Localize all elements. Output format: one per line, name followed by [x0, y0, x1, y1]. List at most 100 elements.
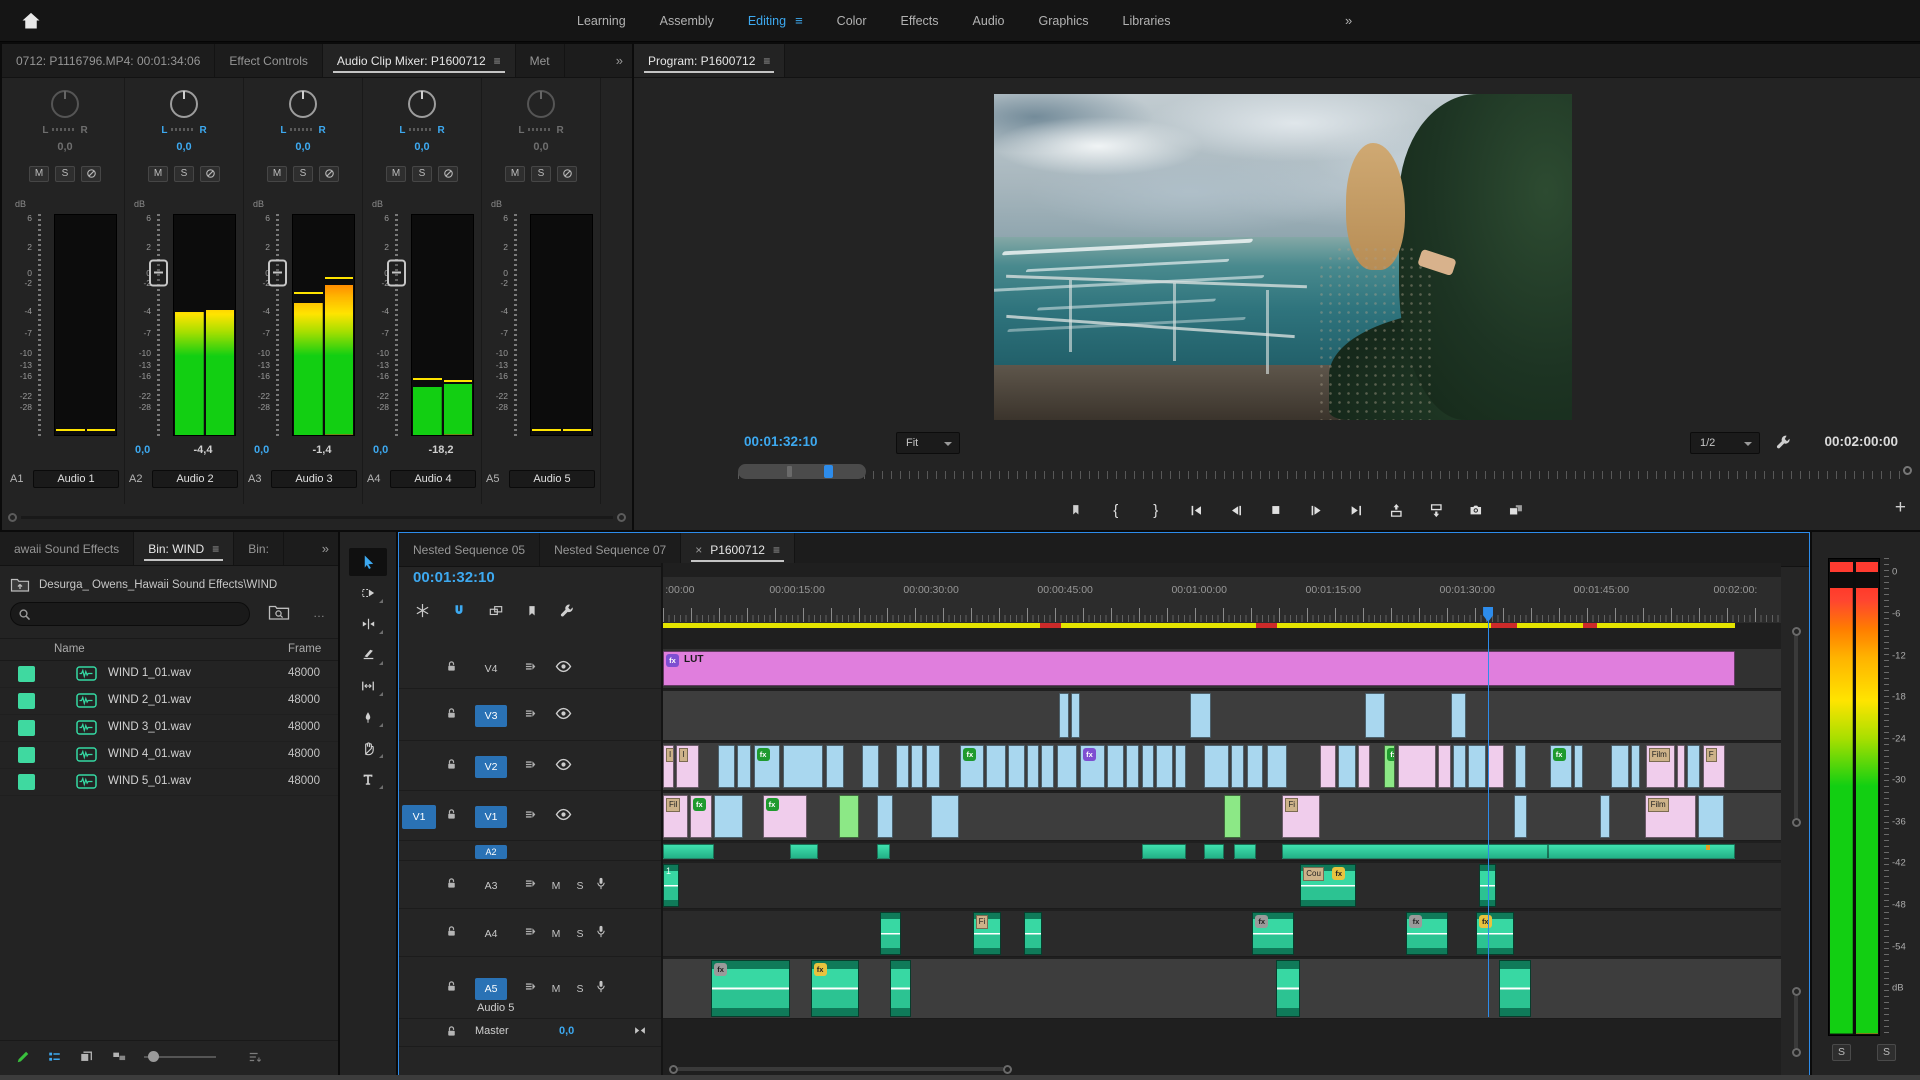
mixer-scrollbar[interactable] [8, 512, 626, 523]
video-clip[interactable] [1058, 693, 1069, 738]
in-point-handle[interactable] [786, 466, 792, 477]
video-clip[interactable] [736, 745, 752, 788]
label-color-swatch[interactable] [18, 747, 35, 763]
track-select-forward-tool[interactable] [349, 579, 387, 607]
video-clip[interactable] [1106, 745, 1124, 788]
workspace-tab-editing[interactable]: Editing ≡ [731, 0, 820, 42]
pan-value[interactable]: 0,0 [363, 141, 481, 153]
video-clip[interactable] [862, 745, 879, 788]
mute-button[interactable]: M [148, 166, 168, 182]
lock-icon[interactable] [445, 980, 458, 993]
mixer-tab[interactable]: 0712: P1116796.MP4: 00:01:34:06 [2, 44, 216, 77]
write-keyframes-button[interactable] [200, 166, 220, 182]
item-name[interactable]: WIND 1_01.wav [108, 667, 191, 679]
mute-button[interactable]: M [267, 166, 287, 182]
lock-icon[interactable] [445, 660, 458, 673]
video-clip[interactable] [1189, 693, 1211, 738]
video-clip[interactable] [895, 745, 909, 788]
source-patch-button[interactable]: V1 [402, 804, 436, 829]
pan-slider[interactable]: LR [482, 125, 600, 136]
channel-name[interactable]: Audio 3 [271, 470, 357, 488]
solo-button[interactable]: S [412, 166, 432, 182]
fader-handle[interactable] [387, 259, 406, 287]
track-solo-button[interactable]: S [571, 880, 589, 892]
video-clip[interactable] [925, 745, 941, 788]
video-clip[interactable] [1698, 795, 1724, 838]
program-settings-wrench-icon[interactable] [1776, 434, 1792, 450]
audio-clip[interactable] [889, 960, 912, 1017]
track-target-button[interactable]: V4 [475, 658, 507, 680]
track-mute-button[interactable]: M [547, 983, 565, 995]
video-clip[interactable] [1397, 745, 1436, 788]
video-clip[interactable] [1246, 745, 1264, 788]
video-clip[interactable]: I [663, 745, 675, 788]
bin-item-row[interactable]: WIND 3_01.wav 48000 [0, 715, 338, 742]
item-name[interactable]: WIND 2_01.wav [108, 694, 191, 706]
channel-name[interactable]: Audio 1 [33, 470, 119, 488]
video-clip[interactable] [1488, 745, 1504, 788]
bin-item-row[interactable]: WIND 2_01.wav 48000 [0, 688, 338, 715]
label-color-swatch[interactable] [18, 720, 35, 736]
video-clip[interactable] [1599, 795, 1610, 838]
lock-icon[interactable] [445, 758, 458, 771]
video-clip[interactable] [1175, 745, 1187, 788]
channel-name[interactable]: Audio 2 [152, 470, 238, 488]
video-clip[interactable] [1008, 745, 1026, 788]
eye-icon[interactable] [555, 707, 572, 720]
track-target-button[interactable]: V3 [475, 704, 507, 727]
timeline-horizontal-scrollbar[interactable] [669, 1063, 1775, 1075]
video-clip[interactable] [1320, 745, 1337, 788]
video-clip[interactable] [1071, 693, 1080, 738]
mute-button[interactable]: M [386, 166, 406, 182]
video-clip[interactable]: Film [1645, 745, 1675, 788]
search-input[interactable] [37, 608, 237, 620]
list-header[interactable]: Name Frame [0, 638, 338, 661]
column-name[interactable]: Name [54, 643, 85, 655]
video-clip[interactable] [1266, 745, 1287, 788]
track-target-button[interactable]: A3 [475, 875, 507, 897]
track-lane-v2[interactable]: IIfx fx fx fx fx Film F [663, 743, 1781, 791]
audio-clip[interactable] [1275, 960, 1301, 1017]
lock-icon[interactable] [445, 707, 458, 720]
track-lane-v3[interactable] [663, 691, 1781, 741]
workspace-tab-effects[interactable]: Effects [884, 0, 956, 42]
track-lane-a4[interactable]: Fi fx fx fx [663, 911, 1781, 957]
video-clip[interactable] [782, 745, 823, 788]
video-clip[interactable]: Fi [1282, 795, 1321, 838]
linked-selection-icon[interactable] [488, 603, 504, 618]
pan-slider[interactable]: LR [363, 125, 481, 136]
timeline-playhead-line[interactable] [1488, 607, 1490, 1017]
step-forward-button[interactable] [1301, 497, 1331, 523]
video-clip[interactable] [1125, 745, 1140, 788]
track-lane-v1[interactable]: Fil fx fx Fi Film [663, 793, 1781, 841]
master-solo-button[interactable]: S [1877, 1044, 1896, 1061]
audio-clip-strip[interactable] [1204, 844, 1225, 859]
audio-clip-strip[interactable] [663, 844, 715, 859]
zoom-level-select[interactable]: Fit [896, 432, 960, 454]
track-lane-a3[interactable]: 1 Cou fx [663, 863, 1781, 909]
timeline-tab[interactable]: × P1600712 ≡ [681, 533, 795, 566]
video-clip[interactable] [1156, 745, 1173, 788]
panel-menu-icon[interactable]: ≡ [494, 54, 501, 68]
fader-track[interactable] [157, 214, 160, 436]
project-overflow[interactable]: » [312, 532, 338, 565]
column-frame-rate[interactable]: Frame [288, 643, 321, 655]
track-target-button[interactable]: V2 [475, 755, 507, 778]
panel-options-dots[interactable]: … [313, 606, 326, 620]
clip-gain-value[interactable]: -1,4 [290, 444, 354, 456]
audio-clip-strip[interactable] [1234, 844, 1256, 859]
pan-value[interactable]: 0,0 [482, 141, 600, 153]
sync-lock-icon[interactable] [523, 660, 537, 673]
zoom-slider-knob[interactable] [148, 1050, 159, 1062]
fader-value[interactable]: 0,0 [254, 444, 269, 456]
video-clip[interactable] [1141, 745, 1154, 788]
track-solo-button[interactable]: S [571, 983, 589, 995]
audio-clip-strip[interactable] [1548, 844, 1736, 859]
pan-knob[interactable] [170, 90, 198, 118]
lift-button[interactable] [1381, 497, 1411, 523]
audio-clip[interactable] [1499, 960, 1531, 1017]
mic-icon[interactable] [595, 979, 607, 993]
project-writable-icon[interactable] [16, 1050, 30, 1064]
video-clip[interactable] [1338, 745, 1357, 788]
program-timecode[interactable]: 00:01:32:10 [744, 434, 818, 449]
